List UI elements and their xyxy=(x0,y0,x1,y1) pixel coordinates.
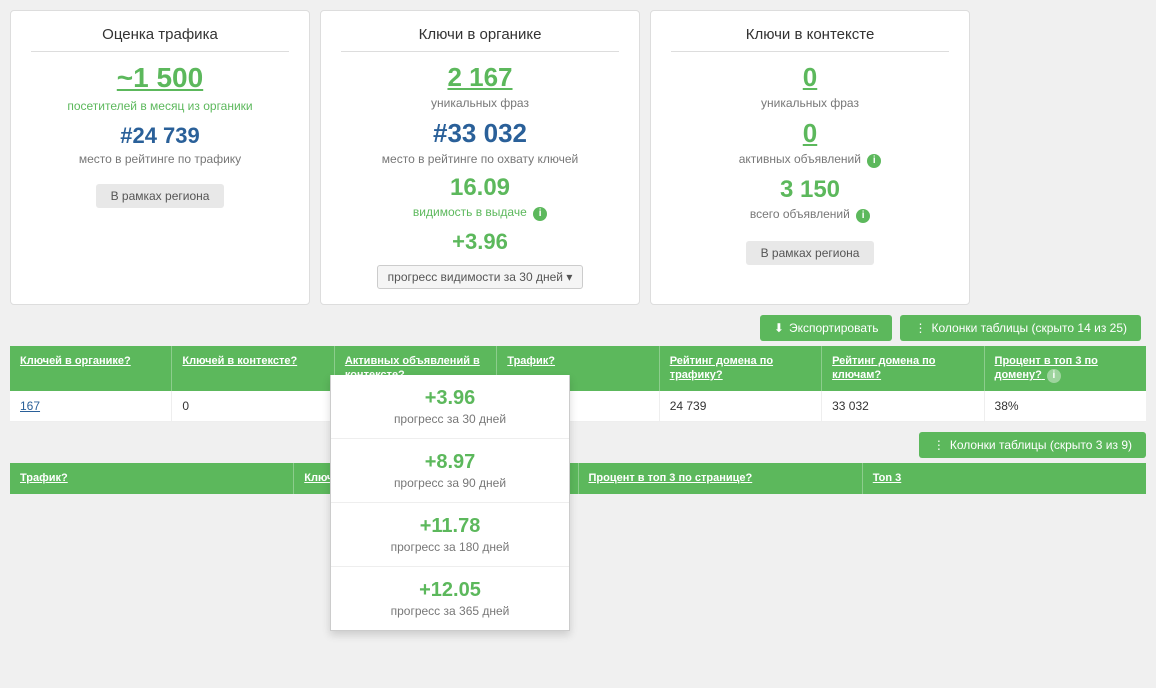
visibility-info-icon[interactable]: i xyxy=(533,207,547,221)
traffic-rating-number: #24 739 xyxy=(31,123,289,149)
progress-dropdown-menu: +3.96 прогресс за 30 дней +8.97 прогресс… xyxy=(330,375,570,631)
top3-info-icon[interactable]: i xyxy=(1047,369,1061,383)
table-row: 167 0 0 1 500 24 739 33 032 38% xyxy=(10,391,1146,422)
organic-unique-count[interactable]: 2 167 xyxy=(341,62,619,93)
columns-icon: ⋮ xyxy=(914,321,926,335)
organic-card-title: Ключи в органике xyxy=(341,26,619,52)
table1-header: Ключей в органике? Ключей в контексте? А… xyxy=(10,346,1146,391)
progress-dropdown-btn[interactable]: прогресс видимости за 30 дней ▾ xyxy=(377,265,584,289)
organic-visibility: 16.09 xyxy=(341,174,619,202)
card-traffic: Оценка трафика ~1 500 посетителей в меся… xyxy=(10,10,310,305)
table2-header: Трафик? Ключей в органике Процент в топ … xyxy=(10,463,1146,493)
traffic-region-btn[interactable]: В рамках региона xyxy=(96,184,225,208)
th-organic-keys[interactable]: Ключей в органике? xyxy=(10,346,172,391)
export-btn[interactable]: ⬇ Экспортировать xyxy=(760,315,893,341)
total-ads-info-icon[interactable]: i xyxy=(856,209,870,223)
td-domain-traffic: 24 739 xyxy=(660,391,822,421)
dropdown-value-365: +12.05 xyxy=(351,579,549,602)
td-context-keys: 0 xyxy=(172,391,334,421)
context-total-ads: 3 150 xyxy=(671,176,949,204)
dropdown-item-365[interactable]: +12.05 прогресс за 365 дней xyxy=(331,567,569,630)
dropdown-label-90: прогресс за 90 дней xyxy=(351,476,549,490)
table2-area: ⋮ Колонки таблицы (скрыто 3 из 9) Трафик… xyxy=(10,432,1146,493)
organic-progress: +3.96 xyxy=(341,229,619,255)
card-context: Ключи в контексте 0 уникальных фраз 0 ак… xyxy=(650,10,970,305)
dropdown-label-365: прогресс за 365 дней xyxy=(351,604,549,618)
context-unique-label: уникальных фраз xyxy=(671,96,949,110)
th-domain-keys[interactable]: Рейтинг домена по ключам? xyxy=(822,346,984,391)
context-active-ads[interactable]: 0 xyxy=(671,118,949,149)
dropdown-value-90: +8.97 xyxy=(351,451,549,474)
dropdown-value-180: +11.78 xyxy=(351,515,549,538)
context-active-ads-label: активных объявлений i xyxy=(671,152,949,168)
traffic-card-title: Оценка трафика xyxy=(31,26,289,52)
organic-rating-number: #33 032 xyxy=(341,118,619,149)
dropdown-item-180[interactable]: +11.78 прогресс за 180 дней xyxy=(331,503,569,567)
table1-area: ⬇ Экспортировать ⋮ Колонки таблицы (скры… xyxy=(10,315,1146,422)
organic-unique-label: уникальных фраз xyxy=(341,96,619,110)
active-ads-info-icon[interactable]: i xyxy=(867,154,881,168)
cards-row: Оценка трафика ~1 500 посетителей в меся… xyxy=(0,0,1156,305)
dropdown-value-30: +3.96 xyxy=(351,387,549,410)
th-top3-domain[interactable]: Процент в топ 3 по домену? i xyxy=(985,346,1146,391)
traffic-sub-label: посетителей в месяц из органики xyxy=(31,98,289,115)
context-card-title: Ключи в контексте xyxy=(671,26,949,52)
organic-visibility-label: видимость в выдаче i xyxy=(341,205,619,221)
th2-traffic[interactable]: Трафик? xyxy=(10,463,294,493)
td-top3-domain: 38% xyxy=(985,391,1146,421)
columns-btn[interactable]: ⋮ Колонки таблицы (скрыто 14 из 25) xyxy=(900,315,1141,341)
td-organic-keys[interactable]: 167 xyxy=(10,391,172,421)
export-icon: ⬇ xyxy=(774,321,784,335)
dropdown-item-30[interactable]: +3.96 прогресс за 30 дней xyxy=(331,375,569,439)
th2-ton3[interactable]: Ton 3 xyxy=(863,463,1146,493)
ton3-label: Ton 3 xyxy=(873,472,902,484)
main-container: Оценка трафика ~1 500 посетителей в меся… xyxy=(0,0,1156,688)
dropdown-label-180: прогресс за 180 дней xyxy=(351,540,549,554)
dropdown-label-30: прогресс за 30 дней xyxy=(351,412,549,426)
th-domain-traffic[interactable]: Рейтинг домена по трафику? xyxy=(660,346,822,391)
traffic-rating-label: место в рейтинге по трафику xyxy=(31,152,289,166)
td-domain-keys: 33 032 xyxy=(822,391,984,421)
th2-top3-page[interactable]: Процент в топ 3 по странице? xyxy=(579,463,863,493)
organic-rating-label: место в рейтинге по охвату ключей xyxy=(341,152,619,166)
table2-toolbar: ⋮ Колонки таблицы (скрыто 3 из 9) xyxy=(10,432,1146,458)
context-region-btn[interactable]: В рамках региона xyxy=(746,241,875,265)
dropdown-item-90[interactable]: +8.97 прогресс за 90 дней xyxy=(331,439,569,503)
columns2-icon: ⋮ xyxy=(933,438,945,452)
traffic-big-number[interactable]: ~1 500 xyxy=(31,62,289,94)
context-total-ads-label: всего объявлений i xyxy=(671,207,949,223)
th-context-keys[interactable]: Ключей в контексте? xyxy=(172,346,334,391)
context-unique-count[interactable]: 0 xyxy=(671,62,949,93)
table1-toolbar: ⬇ Экспортировать ⋮ Колонки таблицы (скры… xyxy=(10,315,1146,341)
columns2-btn[interactable]: ⋮ Колонки таблицы (скрыто 3 из 9) xyxy=(919,432,1146,458)
card-organic: Ключи в органике 2 167 уникальных фраз #… xyxy=(320,10,640,305)
